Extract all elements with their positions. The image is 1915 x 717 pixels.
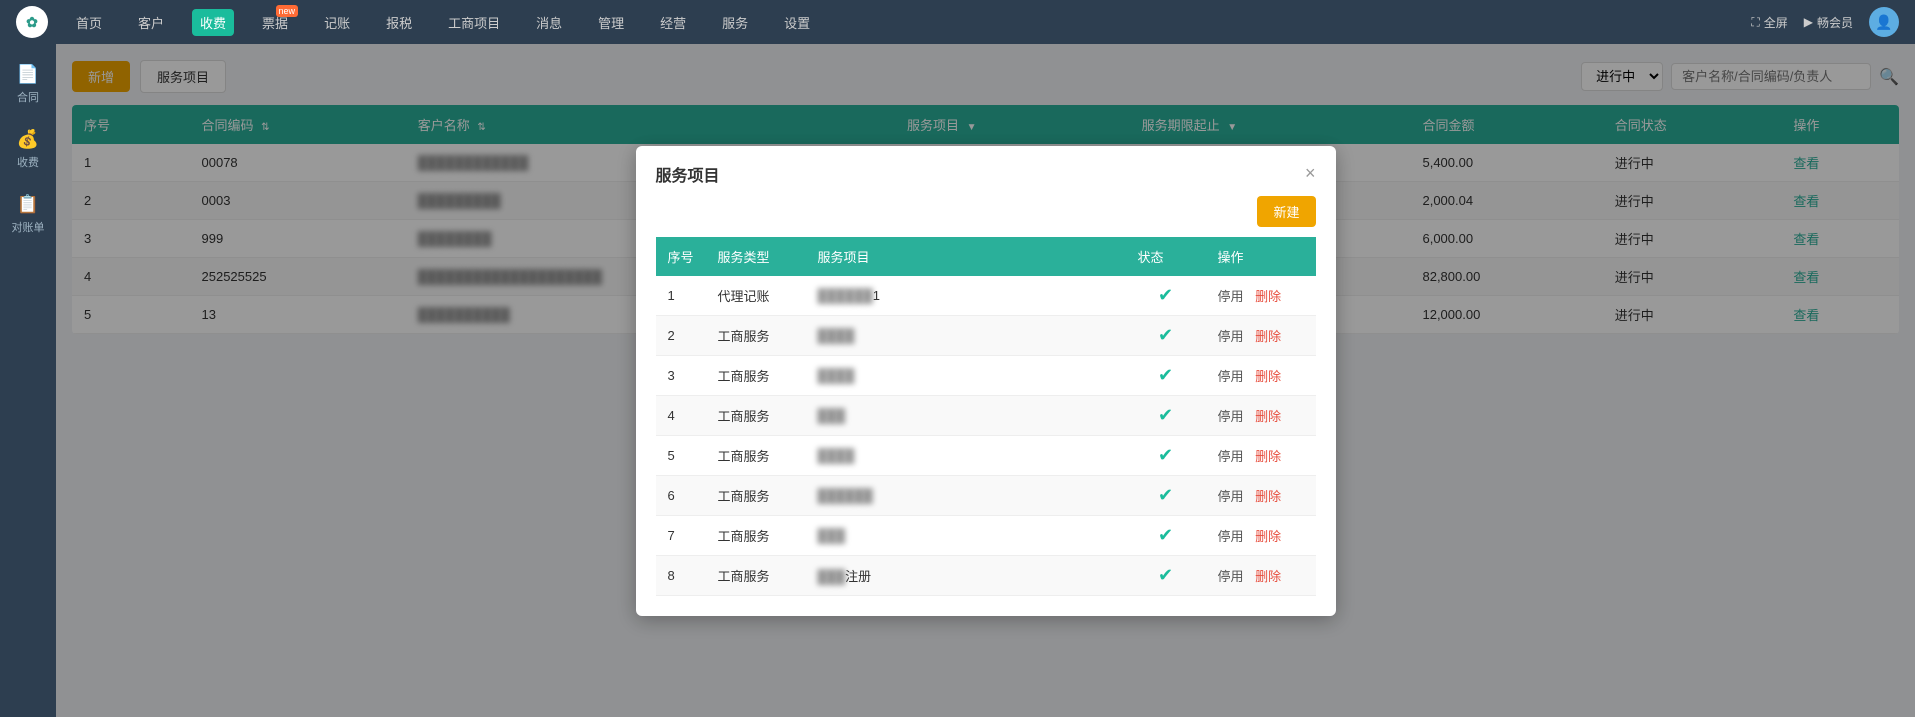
modal-new-button[interactable]: 新建 [1257, 196, 1315, 227]
modal-table: 序号 服务类型 服务项目 状态 操作 1 代理记账 ██████1 ✔ 停 [656, 237, 1316, 596]
modal-body: 序号 服务类型 服务项目 状态 操作 1 代理记账 ██████1 ✔ 停 [636, 237, 1336, 616]
modal-toolbar: 新建 [636, 186, 1336, 237]
delete-button-8[interactable]: 删除 [1255, 569, 1281, 584]
stop-button-5[interactable]: 停用 [1218, 449, 1244, 464]
new-badge: new [276, 5, 299, 17]
modal-table-row: 2 工商服务 ████ ✔ 停用 删除 [656, 315, 1316, 355]
stop-button-8[interactable]: 停用 [1218, 569, 1244, 584]
sidebar-item-duizhangdan[interactable]: 📋 对账单 [0, 184, 56, 245]
nav-jizhang[interactable]: 记账 [316, 9, 358, 36]
contract-icon: 📄 [17, 64, 39, 85]
modal-table-row: 5 工商服务 ████ ✔ 停用 删除 [656, 435, 1316, 475]
modal-close-button[interactable]: × [1305, 163, 1316, 184]
modal-col-seq: 序号 [656, 237, 706, 276]
modal-table-row: 7 工商服务 ███ ✔ 停用 删除 [656, 515, 1316, 555]
status-check-icon-7: ✔ [1158, 525, 1173, 545]
service-items-modal: 服务项目 × 新建 序号 服务类型 服务项目 状态 操作 [636, 146, 1336, 616]
status-check-icon-1: ✔ [1158, 285, 1173, 305]
stop-button-2[interactable]: 停用 [1218, 329, 1244, 344]
delete-button-6[interactable]: 删除 [1255, 489, 1281, 504]
stop-button-3[interactable]: 停用 [1218, 369, 1244, 384]
statement-icon: 📋 [17, 194, 39, 215]
delete-button-7[interactable]: 删除 [1255, 529, 1281, 544]
sidebar-item-hetong-label: 合同 [17, 89, 39, 105]
sidebar-item-duizhangdan-label: 对账单 [12, 219, 45, 235]
fullscreen-icon: ⛶ [1751, 15, 1759, 30]
nav-shezhi[interactable]: 设置 [776, 9, 818, 36]
avatar[interactable]: 👤 [1869, 7, 1899, 37]
modal-col-type: 服务类型 [706, 237, 806, 276]
nav-right: ⛶ 全屏 ▶ 畅会员 👤 [1751, 7, 1899, 37]
delete-button-5[interactable]: 删除 [1255, 449, 1281, 464]
fullscreen-button[interactable]: ⛶ 全屏 [1751, 14, 1787, 31]
modal-table-row: 4 工商服务 ███ ✔ 停用 删除 [656, 395, 1316, 435]
delete-button-1[interactable]: 删除 [1255, 289, 1281, 304]
nav-baoshui[interactable]: 报税 [378, 9, 420, 36]
modal-col-ops: 操作 [1206, 237, 1316, 276]
sidebar-item-hetong[interactable]: 📄 合同 [0, 54, 56, 115]
delete-button-3[interactable]: 删除 [1255, 369, 1281, 384]
nav-guanli[interactable]: 管理 [590, 9, 632, 36]
delete-button-4[interactable]: 删除 [1255, 409, 1281, 424]
modal-table-row: 6 工商服务 ██████ ✔ 停用 删除 [656, 475, 1316, 515]
left-sidebar: 📄 合同 💰 收费 📋 对账单 [0, 44, 56, 717]
stop-button-7[interactable]: 停用 [1218, 529, 1244, 544]
status-check-icon-6: ✔ [1158, 485, 1173, 505]
nav-shoufei[interactable]: 收费 [192, 9, 234, 36]
modal-col-item: 服务项目 [806, 237, 1126, 276]
modal-table-row: 8 工商服务 ███注册 ✔ 停用 删除 [656, 555, 1316, 595]
nav-jingying[interactable]: 经营 [652, 9, 694, 36]
sidebar-item-shoufei[interactable]: 💰 收费 [0, 119, 56, 180]
status-check-icon-4: ✔ [1158, 405, 1173, 425]
nav-piaojv[interactable]: 票据 new [254, 9, 296, 36]
nav-fuwu[interactable]: 服务 [714, 9, 756, 36]
stop-button-4[interactable]: 停用 [1218, 409, 1244, 424]
modal-title: 服务项目 [656, 162, 720, 186]
nav-gongshang[interactable]: 工商项目 [440, 9, 508, 36]
fee-icon: 💰 [17, 129, 39, 150]
nav-xiaoxi[interactable]: 消息 [528, 9, 570, 36]
stop-button-6[interactable]: 停用 [1218, 489, 1244, 504]
member-icon: ▶ [1804, 15, 1813, 29]
app-logo: ✿ [16, 6, 48, 38]
stop-button-1[interactable]: 停用 [1218, 289, 1244, 304]
member-button[interactable]: ▶ 畅会员 [1804, 14, 1853, 31]
delete-button-2[interactable]: 删除 [1255, 329, 1281, 344]
top-nav: ✿ 首页 客户 收费 票据 new 记账 报税 工商项目 消息 管理 经营 服务… [0, 0, 1915, 44]
status-check-icon-3: ✔ [1158, 365, 1173, 385]
status-check-icon-2: ✔ [1158, 325, 1173, 345]
status-check-icon-5: ✔ [1158, 445, 1173, 465]
modal-table-row: 1 代理记账 ██████1 ✔ 停用 删除 [656, 276, 1316, 316]
modal-table-row: 3 工商服务 ████ ✔ 停用 删除 [656, 355, 1316, 395]
modal-col-status: 状态 [1126, 237, 1206, 276]
nav-home[interactable]: 首页 [68, 9, 110, 36]
sidebar-item-shoufei-label: 收费 [17, 154, 39, 170]
modal-header: 服务项目 × [636, 146, 1336, 186]
nav-customer[interactable]: 客户 [130, 9, 172, 36]
status-check-icon-8: ✔ [1158, 565, 1173, 585]
modal-overlay: 服务项目 × 新建 序号 服务类型 服务项目 状态 操作 [56, 44, 1915, 717]
